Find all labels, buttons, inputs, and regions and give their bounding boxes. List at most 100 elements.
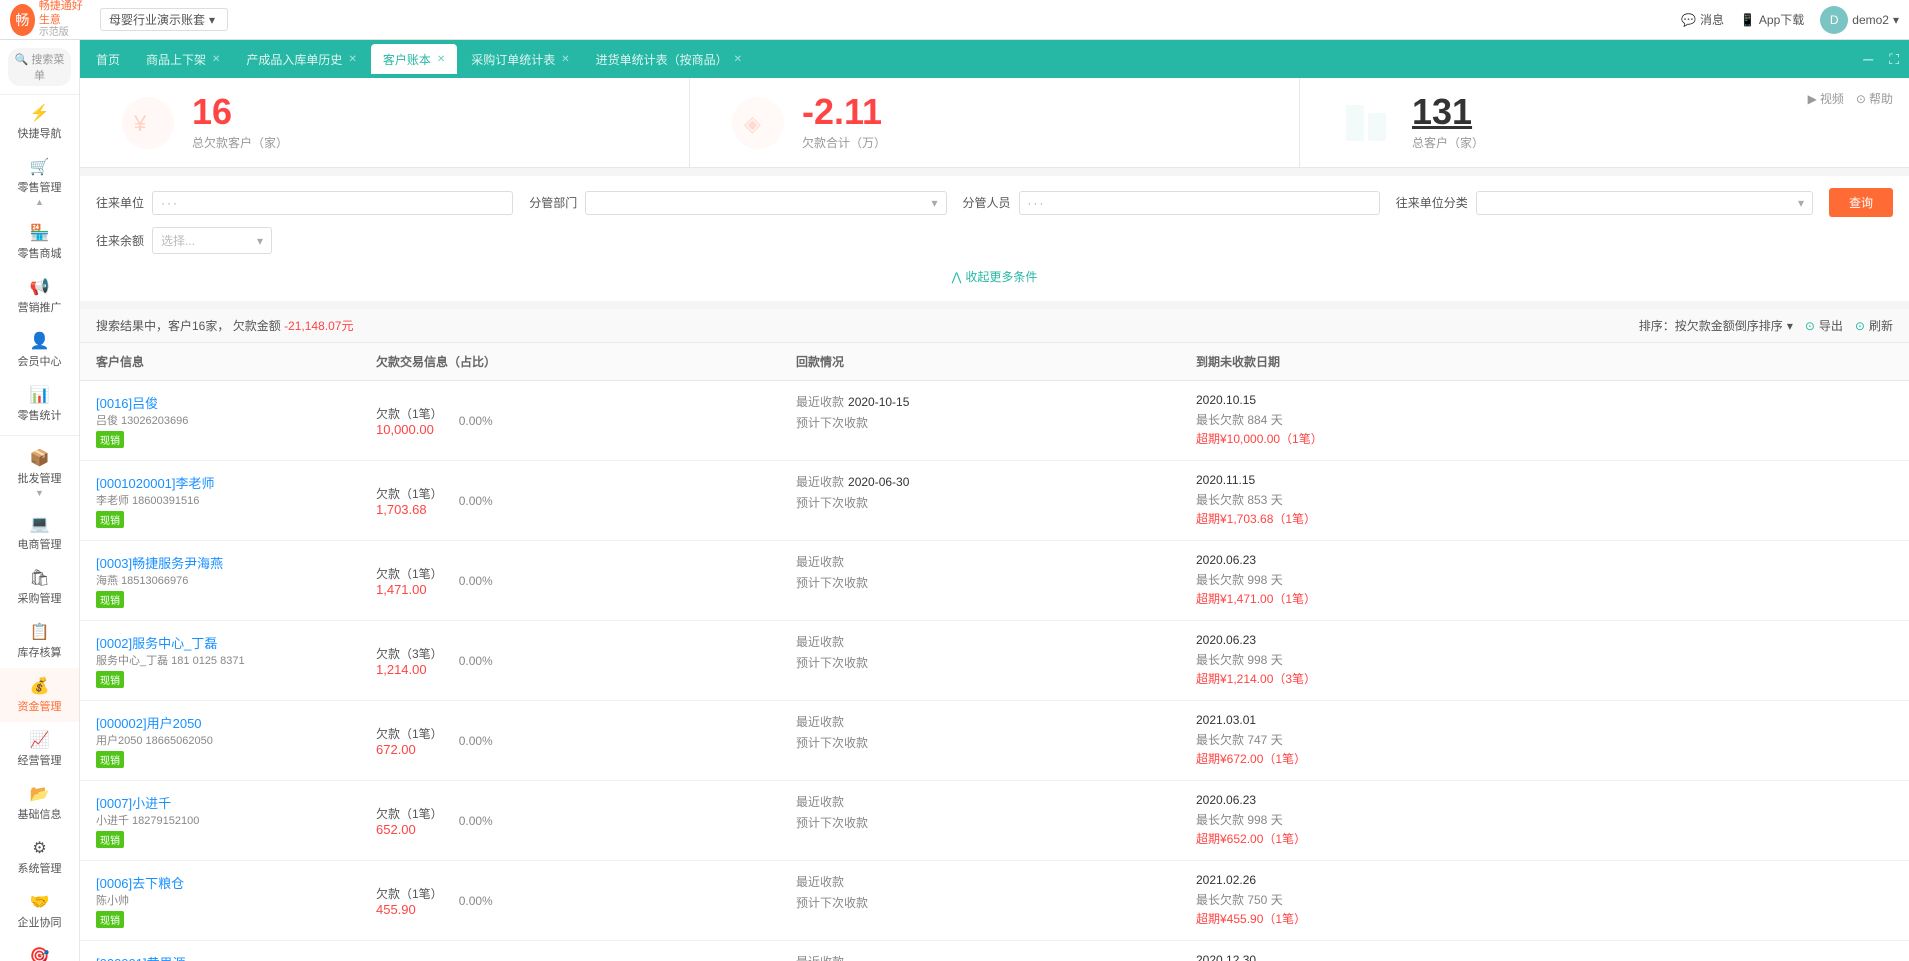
balance-select[interactable]: 选择... ▾ [152,227,272,254]
sidebar-item-qiye[interactable]: 🤝 企业协同 [0,884,79,938]
tab-home[interactable]: 首页 [84,44,132,74]
table-row: [000002]用户2050 用户2050 18665062050 现销 欠款（… [80,701,1909,781]
message-button[interactable]: 💬 消息 [1681,11,1724,28]
debt-customers-icon: ¥ [120,95,176,151]
sidebar-search[interactable]: 🔍 搜索菜单 [0,40,79,95]
overdue-info-8: 2020.12.30 最长欠款 808 天 超期¥429.00（1笔） [1196,953,1893,961]
arrow-down-icon: ▼ [35,488,44,498]
collapse-row: ⋀ 收起更多条件 [96,264,1893,289]
megaphone-icon: 📢 [30,277,50,297]
tab-close-icon-4[interactable]: ✕ [561,54,569,65]
query-button[interactable]: 查询 [1829,188,1893,217]
box-icon: 📦 [30,448,50,468]
sidebar-item-kuaijie[interactable]: ⚡ 快捷导航 [0,95,79,149]
user-menu[interactable]: D demo2 ▾ [1820,6,1899,34]
overdue-info-7: 2021.02.26 最长欠款 750 天 超期¥455.90（1笔） [1196,873,1893,928]
sidebar-item-jingying[interactable]: 📈 经营管理 [0,722,79,776]
app-download-button[interactable]: 📱 App下载 [1740,11,1804,28]
tab-customer-ledger[interactable]: 客户账本 ✕ [371,44,457,74]
customer-name-link-4[interactable]: [0002]服务中心_丁磊 [96,633,376,652]
sidebar-item-lingshoutj[interactable]: 📊 零售统计 [0,377,79,431]
tab-close-icon-2[interactable]: ✕ [348,54,356,65]
customer-name-link-5[interactable]: [000002]用户2050 [96,713,376,732]
sidebar-item-yingxiao[interactable]: 📢 营销推广 [0,269,79,323]
stat-label-total-customers: 总客户（家） [1412,134,1484,151]
customer-name-link-8[interactable]: [000001]黄思源 [96,953,376,961]
customer-name-link-7[interactable]: [0006]去下粮仓 [96,873,376,892]
col-header-repay: 回款情况 [796,353,1196,370]
source-unit-input[interactable]: ··· [152,191,513,215]
tab-close-icon-3[interactable]: ✕ [437,54,445,65]
result-actions: 排序：按欠款金额倒序排序 ▾ ⊙ 导出 ⊙ 刷新 [1639,317,1893,334]
sort-selector[interactable]: 排序：按欠款金额倒序排序 ▾ [1639,317,1793,334]
customer-name-link-1[interactable]: [0016]吕俊 [96,393,376,412]
play-icon: ▶ [1808,92,1817,106]
debt-info-5: 欠款（1笔） 672.00 0.00% [376,713,796,768]
filter-balance: 往来余额 选择... ▾ [96,227,272,254]
sidebar-item-caigou[interactable]: 🛍 采购管理 [0,560,79,614]
sidebar-item-lingshouguan[interactable]: 🛒 零售管理 ▲ [0,149,79,215]
top-bar: 畅 畅捷通好生意 示范版 母婴行业演示账套 ▾ 💬 消息 📱 App下载 D d… [0,0,1909,40]
chevron-down-icon-user: ▾ [1893,13,1899,27]
maximize-window-icon[interactable]: ⛶ [1883,49,1905,70]
sidebar-item-zijin[interactable]: 💰 资金管理 [0,668,79,722]
trend-icon: 📈 [30,730,50,750]
repay-info-4: 最近收款 预计下次收款 [796,633,1196,688]
customer-tag-6: 现销 [96,831,124,848]
handshake-icon: 🤝 [30,892,50,912]
content-area: ¥ 16 总欠款客户（家） ◈ [80,78,1909,961]
dept-select[interactable]: ▾ [585,191,946,215]
sidebar-item-dianshang[interactable]: 💻 电商管理 [0,506,79,560]
filter-person: 分管人员 ··· [963,191,1380,215]
sidebar-item-huiyuan[interactable]: 👤 会员中心 [0,323,79,377]
tab-product-status[interactable]: 商品上下架 ✕ [134,44,232,74]
table-row: [0003]畅捷服务尹海燕 海燕 18513066976 现销 欠款（1笔） 1… [80,541,1909,621]
menu-search-box[interactable]: 🔍 搜索菜单 [8,48,71,86]
customer-name-link-2[interactable]: [0001020001]李老师 [96,473,376,492]
sidebar-item-lingshous[interactable]: 🏪 零售商城 [0,215,79,269]
tab-product-history[interactable]: 产成品入库单历史 ✕ [234,44,368,74]
customer-tag-4: 现销 [96,671,124,688]
customer-name-link-6[interactable]: [0007]小进千 [96,793,376,812]
tab-purchase-stats[interactable]: 采购订单统计表 ✕ [459,44,581,74]
debt-info-4: 欠款（3笔） 1,214.00 0.00% [376,633,796,688]
repay-info-7: 最近收款 预计下次收款 [796,873,1196,928]
tab-stock-stats[interactable]: 进货单统计表（按商品） ✕ [584,44,754,74]
stat-value-debt-total: -2.11 [802,94,886,130]
store-icon: 🏪 [30,223,50,243]
sidebar-item-jichu[interactable]: 📂 基础信息 [0,776,79,830]
source-classify-select[interactable]: ▾ [1476,191,1813,215]
sidebar-item-pifa[interactable]: 📦 批发管理 ▼ [0,440,79,506]
customer-name-link-3[interactable]: [0003]畅捷服务尹海燕 [96,553,376,572]
refresh-button[interactable]: ⊙ 刷新 [1855,317,1893,334]
sidebar-item-xitong[interactable]: ⚙ 系统管理 [0,830,79,884]
help-button[interactable]: ⊙ 帮助 [1856,90,1893,107]
col-header-debt: 欠款交易信息（占比） [376,353,796,370]
chevron-sort-icon: ▾ [1787,319,1793,333]
overdue-info-1: 2020.10.15 最长欠款 884 天 超期¥10,000.00（1笔） [1196,393,1893,448]
sidebar-item-xinshou[interactable]: 🎯 新手引导 [0,938,79,961]
company-selector[interactable]: 母婴行业演示账套 ▾ [100,8,228,31]
export-button[interactable]: ⊙ 导出 [1805,317,1843,334]
stat-label-debt-customers: 总欠款客户（家） [192,134,288,151]
collapse-button[interactable]: ⋀ 收起更多条件 [948,264,1042,289]
search-icon: 🔍 [15,54,29,66]
customer-tag-3: 现销 [96,591,124,608]
logo-icon: 畅 [10,4,35,36]
repay-info-6: 最近收款 预计下次收款 [796,793,1196,848]
customer-phone-1: 吕俊 13026203696 [96,412,376,428]
message-icon: 💬 [1681,13,1696,27]
table-row: [0016]吕俊 吕俊 13026203696 现销 欠款（1笔） 10,000… [80,381,1909,461]
chevron-down-icon: ▾ [209,13,215,27]
lightning-icon: ⚡ [30,103,50,123]
customer-info-3: [0003]畅捷服务尹海燕 海燕 18513066976 现销 [96,553,376,608]
sidebar-item-kucun[interactable]: 📋 库存核算 [0,614,79,668]
video-button[interactable]: ▶ 视频 [1808,90,1844,107]
tab-close-icon-5[interactable]: ✕ [734,54,742,65]
money-icon: 💰 [30,676,50,696]
minimize-window-icon[interactable]: ─ [1857,49,1879,69]
tab-close-icon[interactable]: ✕ [212,54,220,65]
chevron-up-icon: ⋀ [952,270,962,284]
person-input[interactable]: ··· [1019,191,1380,215]
repay-info-2: 最近收款2020-06-30 预计下次收款 [796,473,1196,528]
